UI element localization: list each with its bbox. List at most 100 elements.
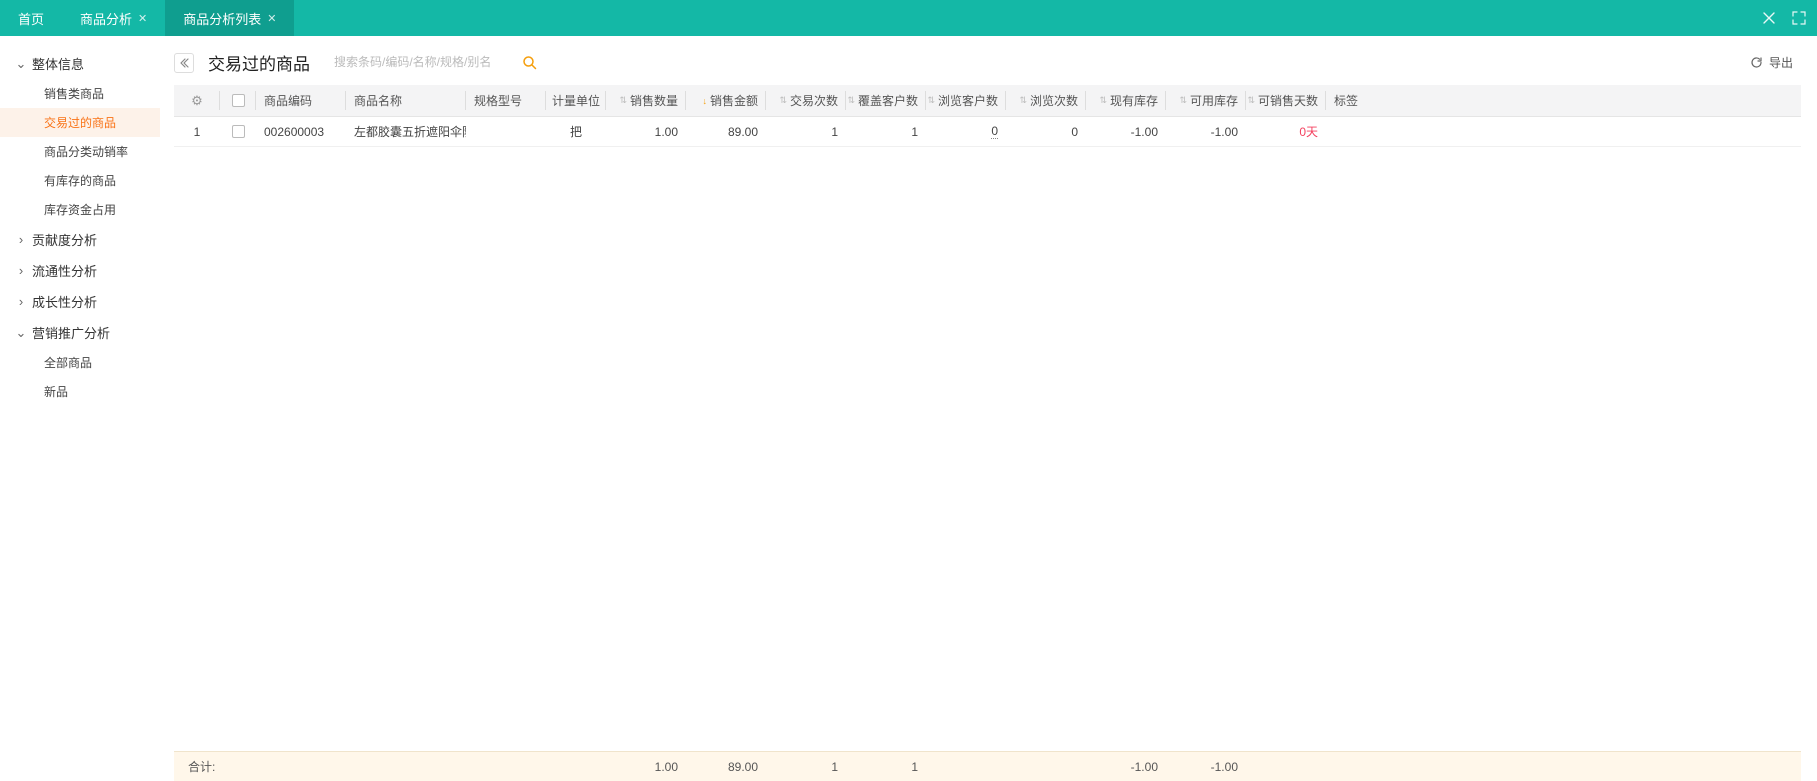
tab-label: 商品分析 bbox=[80, 9, 132, 28]
sidebar-group-label: 整体信息 bbox=[32, 54, 84, 73]
checkbox-all[interactable] bbox=[232, 94, 245, 107]
col-unit[interactable]: 计量单位 bbox=[546, 85, 606, 116]
search-input[interactable] bbox=[334, 55, 514, 70]
sidebar-item-0-4[interactable]: 库存资金占用 bbox=[0, 195, 160, 224]
col-checkbox-all[interactable] bbox=[220, 85, 256, 116]
cell-unit: 把 bbox=[546, 117, 606, 146]
table-body: 1002600003左都胶囊五折遮阳伞防晒伞;把1.0089.001100-1.… bbox=[174, 117, 1801, 751]
col-avail[interactable]: 可用库存 bbox=[1166, 85, 1246, 116]
footer-stock: -1.00 bbox=[1086, 752, 1166, 781]
table-footer: 合计: 1.00 89.00 1 1 -1.00 -1.00 bbox=[174, 751, 1801, 781]
col-cust-cnt[interactable]: 覆盖客户数 bbox=[846, 85, 926, 116]
col-days-label: 可销售天数 bbox=[1258, 92, 1318, 109]
table-row[interactable]: 1002600003左都胶囊五折遮阳伞防晒伞;把1.0089.001100-1.… bbox=[174, 117, 1801, 147]
table-header: ⚙ 商品编码 商品名称 规格型号 计量单位 销售数量 销售金额 交易次数 覆盖客… bbox=[174, 85, 1801, 117]
sidebar-group-4[interactable]: ⌄ 营销推广分析 bbox=[0, 317, 160, 348]
cell-spec bbox=[466, 117, 546, 146]
col-spec[interactable]: 规格型号 bbox=[466, 85, 546, 116]
footer-sale-amt: 89.00 bbox=[686, 752, 766, 781]
col-tag-label: 标签 bbox=[1334, 92, 1358, 109]
sidebar-item-0-2[interactable]: 商品分类动销率 bbox=[0, 137, 160, 166]
cell-stock: -1.00 bbox=[1086, 117, 1166, 146]
col-settings[interactable]: ⚙ bbox=[174, 85, 220, 116]
footer-days bbox=[1246, 752, 1326, 781]
sidebar-group-label: 营销推广分析 bbox=[32, 323, 110, 342]
col-days[interactable]: 可销售天数 bbox=[1246, 85, 1326, 116]
cell-days: 0天 bbox=[1246, 117, 1326, 146]
footer-txn-cnt: 1 bbox=[766, 752, 846, 781]
cell-view-cnt: 0 bbox=[1006, 117, 1086, 146]
row-checkbox[interactable] bbox=[232, 125, 245, 138]
export-button[interactable]: 导出 bbox=[1750, 54, 1801, 71]
tab-label: 商品分析列表 bbox=[183, 9, 261, 28]
tabbar-spacer bbox=[294, 0, 1761, 36]
view-cust-link[interactable]: 0 bbox=[991, 124, 998, 139]
footer-cust-cnt: 1 bbox=[846, 752, 926, 781]
table: ⚙ 商品编码 商品名称 规格型号 计量单位 销售数量 销售金额 交易次数 覆盖客… bbox=[160, 85, 1801, 751]
footer-view-cust bbox=[926, 752, 1006, 781]
footer-avail: -1.00 bbox=[1166, 752, 1246, 781]
cell-sale-qty: 1.00 bbox=[606, 117, 686, 146]
cell-cust-cnt: 1 bbox=[846, 117, 926, 146]
search-icon[interactable] bbox=[522, 55, 537, 70]
export-label: 导出 bbox=[1769, 54, 1793, 71]
sidebar-group-0[interactable]: ⌄整体信息 bbox=[0, 48, 160, 79]
tab-close-icon[interactable]: ✕ bbox=[267, 12, 276, 25]
cell-sale-amt: 89.00 bbox=[686, 117, 766, 146]
chevron-right-icon: › bbox=[16, 294, 26, 309]
col-view-cnt-label: 浏览次数 bbox=[1030, 92, 1078, 109]
cell-idx: 1 bbox=[174, 117, 220, 146]
col-view-cnt[interactable]: 浏览次数 bbox=[1006, 85, 1086, 116]
collapse-sidebar-button[interactable] bbox=[174, 53, 194, 73]
cell-tag bbox=[1326, 117, 1801, 146]
tab-close-icon[interactable]: ✕ bbox=[138, 12, 147, 25]
tab-1[interactable]: 商品分析 ✕ bbox=[62, 0, 165, 36]
col-name[interactable]: 商品名称 bbox=[346, 85, 466, 116]
col-avail-label: 可用库存 bbox=[1190, 92, 1238, 109]
footer-label: 合计: bbox=[174, 752, 220, 781]
sidebar-group-3[interactable]: › 成长性分析 bbox=[0, 286, 160, 317]
cell-txn-cnt: 1 bbox=[766, 117, 846, 146]
main: 交易过的商品 导出 ⚙ 商品编码 bbox=[160, 36, 1817, 781]
col-tag[interactable]: 标签 bbox=[1326, 85, 1801, 116]
cell-avail: -1.00 bbox=[1166, 117, 1246, 146]
col-stock-label: 现有库存 bbox=[1110, 92, 1158, 109]
col-stock[interactable]: 现有库存 bbox=[1086, 85, 1166, 116]
tabbar-actions bbox=[1761, 0, 1817, 36]
chevron-right-icon: › bbox=[16, 263, 26, 278]
col-sale-amt-label: 销售金额 bbox=[710, 92, 758, 109]
sidebar-group-2[interactable]: ›流通性分析 bbox=[0, 255, 160, 286]
col-sale-qty[interactable]: 销售数量 bbox=[606, 85, 686, 116]
close-icon[interactable] bbox=[1761, 10, 1777, 26]
search-wrap bbox=[334, 55, 537, 70]
sidebar-group-1[interactable]: ›贡献度分析 bbox=[0, 224, 160, 255]
fullscreen-icon[interactable] bbox=[1791, 10, 1807, 26]
tab-bar: 首页 商品分析 ✕ 商品分析列表 ✕ bbox=[0, 0, 1817, 36]
col-code[interactable]: 商品编码 bbox=[256, 85, 346, 116]
sidebar-item-0-0[interactable]: 销售类商品 bbox=[0, 79, 160, 108]
sidebar: ⌄整体信息销售类商品交易过的商品商品分类动销率有库存的商品库存资金占用›贡献度分… bbox=[0, 36, 160, 781]
col-cust-cnt-label: 覆盖客户数 bbox=[858, 92, 918, 109]
col-sale-qty-label: 销售数量 bbox=[630, 92, 678, 109]
col-txn-cnt[interactable]: 交易次数 bbox=[766, 85, 846, 116]
col-view-cust-label: 浏览客户数 bbox=[938, 92, 998, 109]
tab-0[interactable]: 首页 bbox=[0, 0, 62, 36]
tab-label: 首页 bbox=[18, 9, 44, 28]
cell-code: 002600003 bbox=[256, 117, 346, 146]
cell-name: 左都胶囊五折遮阳伞防晒伞; bbox=[346, 117, 466, 146]
tab-2[interactable]: 商品分析列表 ✕ bbox=[165, 0, 294, 36]
sidebar-item-4-0[interactable]: 全部商品 bbox=[0, 348, 160, 377]
sidebar-group-label: 成长性分析 bbox=[32, 292, 97, 311]
chevron-down-icon: ⌄ bbox=[16, 325, 26, 341]
col-view-cust[interactable]: 浏览客户数 bbox=[926, 85, 1006, 116]
gear-icon: ⚙ bbox=[191, 93, 203, 109]
page-title: 交易过的商品 bbox=[208, 50, 310, 75]
sidebar-item-4-1[interactable]: 新品 bbox=[0, 377, 160, 406]
col-sale-amt[interactable]: 销售金额 bbox=[686, 85, 766, 116]
export-icon bbox=[1750, 56, 1763, 69]
sidebar-item-0-1[interactable]: 交易过的商品 bbox=[0, 108, 160, 137]
footer-view-cnt bbox=[1006, 752, 1086, 781]
footer-sale-qty: 1.00 bbox=[606, 752, 686, 781]
sidebar-item-0-3[interactable]: 有库存的商品 bbox=[0, 166, 160, 195]
col-unit-label: 计量单位 bbox=[552, 92, 600, 109]
